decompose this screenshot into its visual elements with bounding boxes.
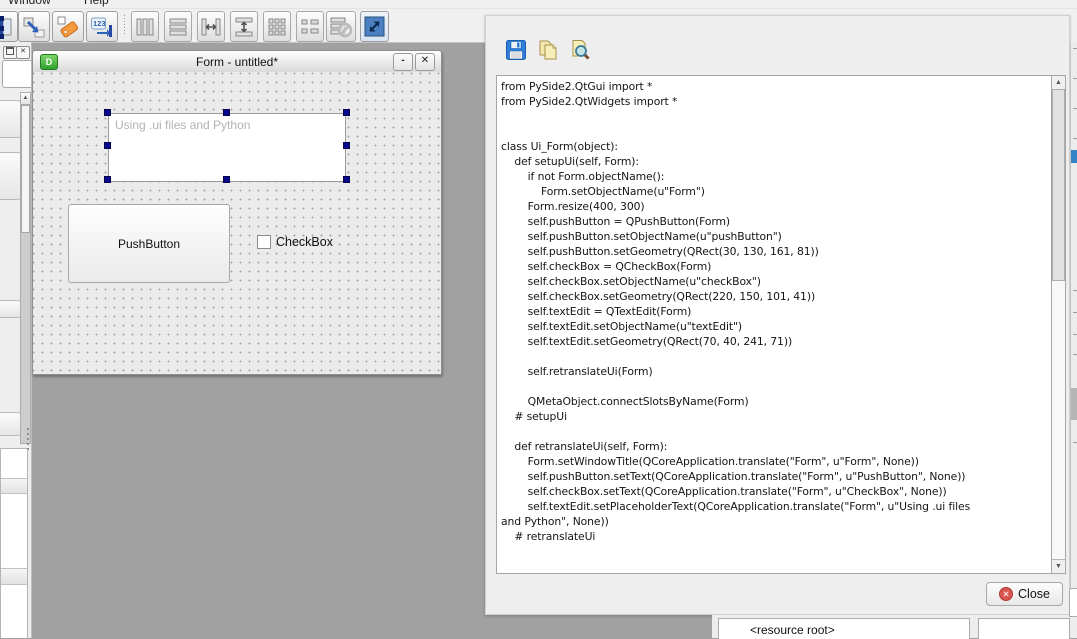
- save-icon: [505, 39, 527, 61]
- resource-list[interactable]: [978, 618, 1070, 639]
- code-view[interactable]: from PySide2.QtGui import * from PySide2…: [496, 75, 1066, 574]
- close-button-label: Close: [1018, 587, 1050, 601]
- form-window-title: Form - untitled*: [33, 55, 441, 69]
- property-row-divider: [1073, 334, 1077, 335]
- dock-close-icon: ✕: [20, 48, 26, 55]
- find-button[interactable]: [568, 38, 592, 62]
- property-row-divider: [1073, 108, 1077, 109]
- widget-box-scrollbar[interactable]: ▲: [20, 92, 31, 444]
- edit-tab-order-icon: 123: [90, 15, 114, 39]
- property-row-divider: [1073, 78, 1077, 79]
- selection-handle[interactable]: [343, 109, 350, 116]
- resource-root-item[interactable]: <resource root>: [750, 623, 835, 637]
- resource-tree[interactable]: <resource root>: [718, 618, 970, 639]
- save-button[interactable]: [504, 38, 528, 62]
- panel-corner: [1069, 588, 1077, 617]
- widget-box-panel: ✕ ▲: [0, 42, 32, 638]
- textedit-widget[interactable]: Using .ui files and Python: [108, 113, 346, 182]
- dock-float-button[interactable]: [3, 46, 17, 59]
- form-window-titlebar[interactable]: D Form - untitled*: [33, 51, 441, 73]
- widget-box-item[interactable]: [0, 300, 21, 318]
- code-scrollbar[interactable]: ▲ ▼: [1051, 76, 1065, 573]
- scrollbar-thumb[interactable]: [1052, 89, 1065, 281]
- layout-vertical-splitter-icon: [233, 16, 255, 38]
- layout-grid-button[interactable]: [263, 11, 291, 42]
- edit-buddies-button[interactable]: [52, 11, 84, 42]
- form-editor-window: D Form - untitled* - ✕ Using .ui files a…: [32, 50, 442, 375]
- selection-handle[interactable]: [343, 176, 350, 183]
- layout-horizontally-button[interactable]: [131, 11, 159, 42]
- layout-vertically-icon: [167, 16, 189, 38]
- minimize-button[interactable]: -: [393, 53, 413, 71]
- copy-icon: [537, 39, 559, 61]
- break-layout-button[interactable]: [326, 11, 356, 42]
- property-row-divider: [1073, 48, 1077, 49]
- widget-box-item[interactable]: [1, 568, 27, 585]
- close-button[interactable]: ✕ Close: [986, 582, 1063, 606]
- find-icon: [569, 39, 591, 61]
- property-row-divider: [1073, 442, 1077, 443]
- layout-form-icon: [299, 16, 321, 38]
- selection-handle[interactable]: [223, 176, 230, 183]
- copy-button[interactable]: [536, 38, 560, 62]
- widget-box-item[interactable]: [0, 100, 21, 138]
- edit-widgets-button[interactable]: [0, 11, 18, 42]
- property-row-divider: [1073, 354, 1077, 355]
- adjust-size-button[interactable]: [360, 11, 389, 42]
- selection-handle[interactable]: [104, 142, 111, 149]
- edit-signals-slots-button[interactable]: [18, 11, 50, 42]
- widget-box-item[interactable]: [1, 478, 27, 494]
- property-row-divider: [1073, 138, 1077, 139]
- widget-box-item[interactable]: [0, 152, 21, 200]
- checkbox-widget[interactable]: [257, 235, 271, 249]
- layout-horizontal-splitter-button[interactable]: [197, 11, 225, 42]
- designer-form-icon: D: [40, 54, 58, 70]
- property-row-divider: [1073, 290, 1077, 291]
- dock-close-button[interactable]: ✕: [16, 46, 30, 59]
- form-canvas[interactable]: Using .ui files and Python PushButton Ch…: [33, 72, 441, 374]
- layout-vertical-splitter-button[interactable]: [230, 11, 258, 42]
- edit-signals-slots-icon: [22, 15, 46, 39]
- scrollbar-thumb[interactable]: [21, 105, 30, 233]
- edit-widgets-icon: [0, 15, 14, 39]
- close-icon: ✕: [999, 587, 1013, 601]
- scroll-down-icon[interactable]: ▼: [1052, 559, 1065, 573]
- checkbox-label[interactable]: CheckBox: [276, 235, 333, 249]
- generated-code[interactable]: from PySide2.QtGui import * from PySide2…: [501, 79, 1049, 544]
- selection-handle[interactable]: [104, 176, 111, 183]
- property-editor-sliver: [1070, 42, 1077, 615]
- menu-bar: Window Help: [0, 0, 1077, 9]
- resource-browser-panel: <resource root>: [712, 615, 1077, 638]
- widget-filter-input[interactable]: [2, 60, 32, 88]
- layout-vertically-button[interactable]: [164, 11, 192, 42]
- close-window-button[interactable]: ✕: [415, 53, 435, 71]
- layout-grid-icon: [266, 16, 288, 38]
- toolbar-separator: [124, 15, 125, 36]
- scroll-up-icon[interactable]: ▲: [21, 93, 30, 105]
- scroll-up-icon[interactable]: ▲: [1052, 76, 1065, 90]
- layout-horizontal-splitter-icon: [200, 16, 222, 38]
- layout-horizontally-icon: [134, 16, 156, 38]
- break-layout-icon: [329, 15, 353, 39]
- menu-item-window[interactable]: Window: [8, 0, 51, 7]
- selection-handle[interactable]: [343, 142, 350, 149]
- scrollbar-thumb[interactable]: [1071, 388, 1077, 420]
- dock-splitter-handle[interactable]: [27, 428, 29, 450]
- edit-buddies-icon: [56, 15, 80, 39]
- widget-box-item[interactable]: [0, 412, 21, 436]
- selection-handle[interactable]: [223, 109, 230, 116]
- property-row-divider: [1073, 312, 1077, 313]
- code-preview-dialog: from PySide2.QtGui import * from PySide2…: [485, 15, 1070, 615]
- menu-item-help[interactable]: Help: [84, 0, 109, 7]
- selected-property-row[interactable]: [1071, 150, 1077, 163]
- selection-handle[interactable]: [104, 109, 111, 116]
- dock-float-icon: [6, 47, 14, 55]
- pushbutton-widget[interactable]: PushButton: [68, 204, 230, 283]
- layout-form-button[interactable]: [296, 11, 324, 42]
- adjust-size-icon: [363, 15, 386, 38]
- widget-box-list: [0, 448, 28, 638]
- edit-tab-order-button[interactable]: 123: [86, 11, 118, 42]
- tab-order-badge: 123: [93, 19, 106, 28]
